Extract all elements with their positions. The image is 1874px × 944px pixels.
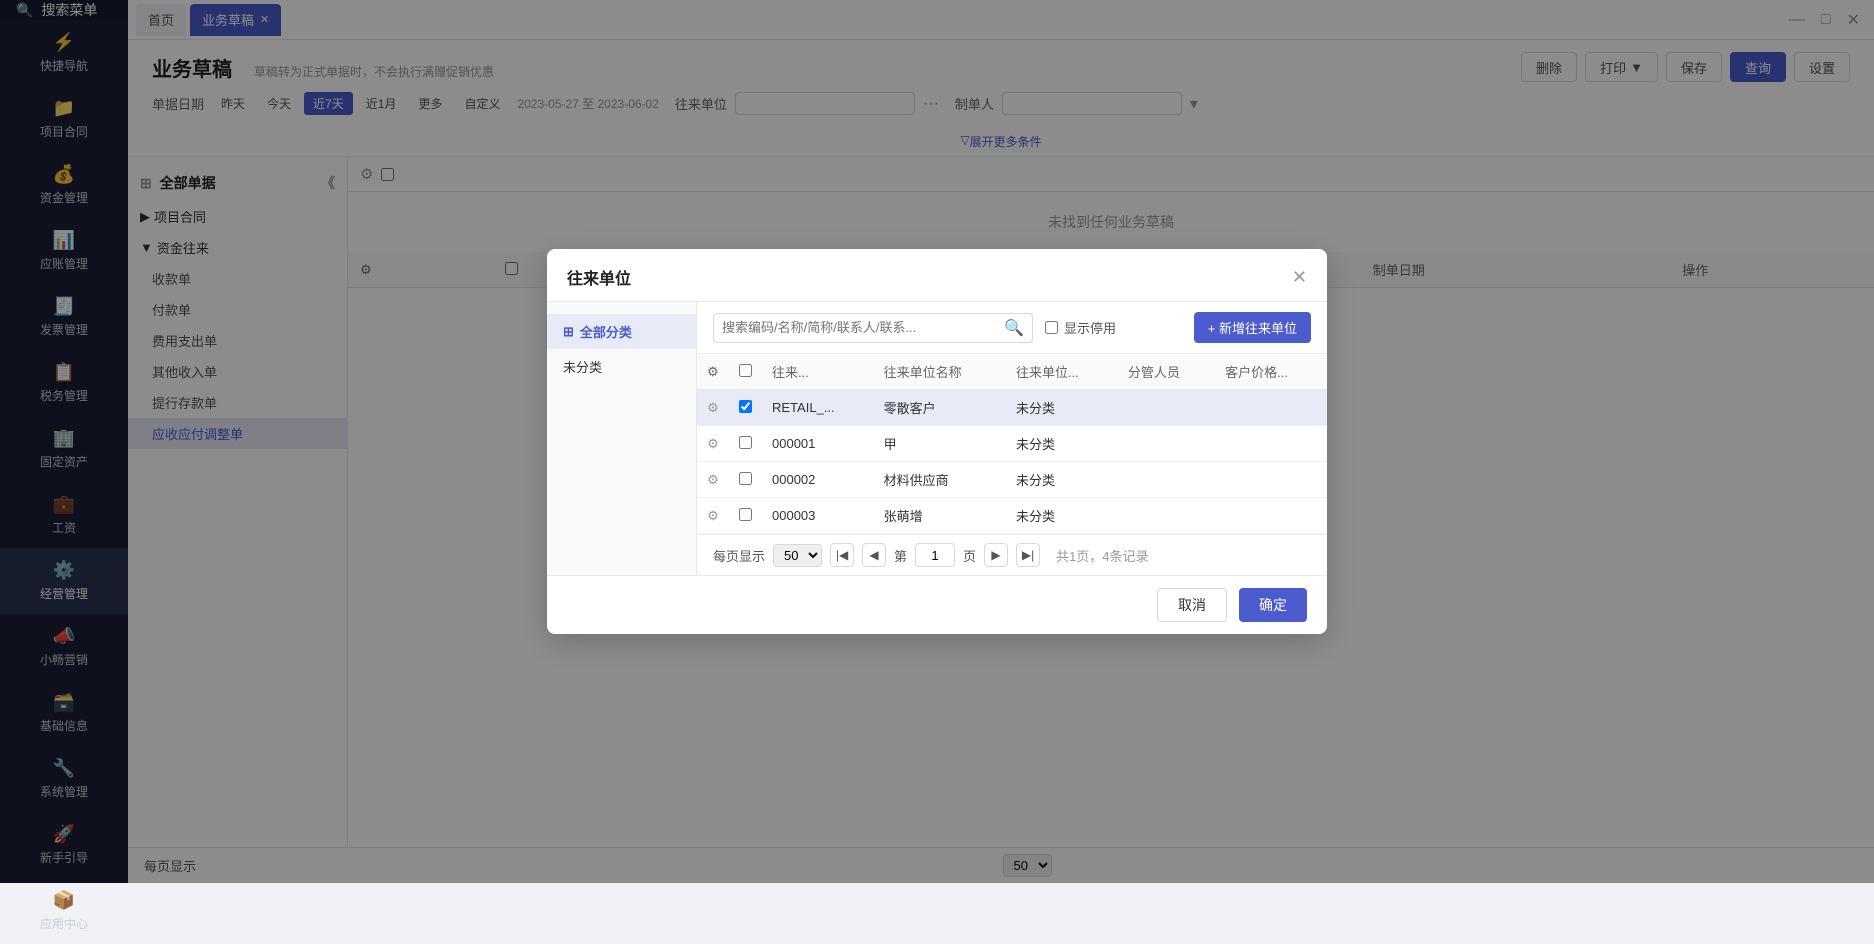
cell-checkbox[interactable]: [729, 426, 762, 462]
cell-checkbox[interactable]: [729, 462, 762, 498]
page-unit-label: 页: [963, 546, 976, 565]
page-last-btn[interactable]: ▶|: [1016, 543, 1040, 567]
cell-price-level: [1215, 390, 1327, 426]
dialog-table-row[interactable]: ⚙ 000003 张萌增 未分类: [697, 498, 1327, 534]
dialog-title: 往来单位: [567, 265, 631, 289]
cell-category: 未分类: [1006, 426, 1118, 462]
cell-category: 未分类: [1006, 390, 1118, 426]
dialog-header: 往来单位 ✕: [547, 249, 1327, 302]
page-number-input[interactable]: [915, 543, 955, 567]
dialog-right-content: 🔍 显示停用 + 新增往来单位 ⚙: [697, 302, 1327, 575]
cell-name: 零散客户: [874, 390, 1006, 426]
cell-name: 甲: [874, 426, 1006, 462]
confirm-button[interactable]: 确定: [1239, 588, 1307, 622]
col-price-level: 客户价格...: [1215, 354, 1327, 390]
page-next-btn[interactable]: ▶: [984, 543, 1008, 567]
partner-dialog: 往来单位 ✕ ⊞ 全部分类 未分类 🔍: [547, 249, 1327, 634]
cell-code: 000002: [762, 462, 874, 498]
dialog-left-nav: ⊞ 全部分类 未分类: [547, 302, 697, 575]
cancel-button[interactable]: 取消: [1157, 588, 1227, 622]
cell-manager: [1118, 498, 1215, 534]
sidebar-item-label: 应用中心: [40, 915, 88, 932]
dialog-select-all-checkbox[interactable]: [739, 364, 752, 377]
page-label: 第: [894, 546, 907, 565]
cell-price-level: [1215, 498, 1327, 534]
col-select: [729, 354, 762, 390]
app-icon: 📦: [53, 890, 75, 911]
page-prev-btn[interactable]: ◀: [862, 543, 886, 567]
dialog-nav-unclassified[interactable]: 未分类: [547, 349, 696, 384]
partner-search-input[interactable]: [722, 320, 998, 335]
col-category: 往来单位...: [1006, 354, 1118, 390]
show-disabled-checkbox[interactable]: [1045, 321, 1058, 334]
cell-settings: ⚙: [697, 462, 729, 498]
col-code: 往来...: [762, 354, 874, 390]
cell-code: RETAIL_...: [762, 390, 874, 426]
cell-name: 张萌增: [874, 498, 1006, 534]
dialog-pagination: 每页显示 50 |◀ ◀ 第 页 ▶ ▶| 共1页，4条记录: [697, 534, 1327, 575]
per-page-label: 每页显示: [713, 546, 765, 565]
cell-manager: [1118, 390, 1215, 426]
cell-code: 000001: [762, 426, 874, 462]
dialog-overlay[interactable]: 往来单位 ✕ ⊞ 全部分类 未分类 🔍: [0, 0, 1874, 883]
col-settings: ⚙: [697, 354, 729, 390]
cell-settings: ⚙: [697, 390, 729, 426]
sidebar-item-app[interactable]: 📦 应用中心: [0, 878, 128, 944]
total-label: 共1页，4条记录: [1056, 546, 1148, 565]
add-partner-button[interactable]: + 新增往来单位: [1194, 312, 1311, 343]
dialog-body: ⊞ 全部分类 未分类 🔍 显示停用: [547, 302, 1327, 575]
dialog-table-header-row: ⚙ 往来... 往来单位名称 往来单位... 分管人员 客户价格...: [697, 354, 1327, 390]
cell-code: 000003: [762, 498, 874, 534]
cell-price-level: [1215, 462, 1327, 498]
cell-category: 未分类: [1006, 462, 1118, 498]
cell-checkbox[interactable]: [729, 498, 762, 534]
cell-checkbox[interactable]: [729, 390, 762, 426]
dialog-table-row[interactable]: ⚙ 000001 甲 未分类: [697, 426, 1327, 462]
page-first-btn[interactable]: |◀: [830, 543, 854, 567]
col-name: 往来单位名称: [874, 354, 1006, 390]
partner-search-box: 🔍: [713, 313, 1033, 343]
dialog-table-row[interactable]: ⚙ RETAIL_... 零散客户 未分类: [697, 390, 1327, 426]
cell-category: 未分类: [1006, 498, 1118, 534]
cell-price-level: [1215, 426, 1327, 462]
grid-icon-small: ⊞: [563, 324, 574, 340]
cell-settings: ⚙: [697, 426, 729, 462]
dialog-nav-all[interactable]: ⊞ 全部分类: [547, 314, 696, 349]
show-disabled-checkbox-label[interactable]: 显示停用: [1045, 318, 1116, 337]
dialog-footer: 取消 确定: [547, 575, 1327, 634]
dialog-table-wrap: ⚙ 往来... 往来单位名称 往来单位... 分管人员 客户价格... ⚙: [697, 354, 1327, 534]
search-icon: 🔍: [1004, 318, 1024, 338]
dialog-table: ⚙ 往来... 往来单位名称 往来单位... 分管人员 客户价格... ⚙: [697, 354, 1327, 534]
per-page-select[interactable]: 50: [773, 544, 822, 567]
dialog-toolbar: 🔍 显示停用 + 新增往来单位: [697, 302, 1327, 354]
cell-name: 材料供应商: [874, 462, 1006, 498]
cell-settings: ⚙: [697, 498, 729, 534]
dialog-close-icon[interactable]: ✕: [1292, 267, 1307, 288]
col-manager: 分管人员: [1118, 354, 1215, 390]
dialog-table-row[interactable]: ⚙ 000002 材料供应商 未分类: [697, 462, 1327, 498]
cell-manager: [1118, 426, 1215, 462]
cell-manager: [1118, 462, 1215, 498]
